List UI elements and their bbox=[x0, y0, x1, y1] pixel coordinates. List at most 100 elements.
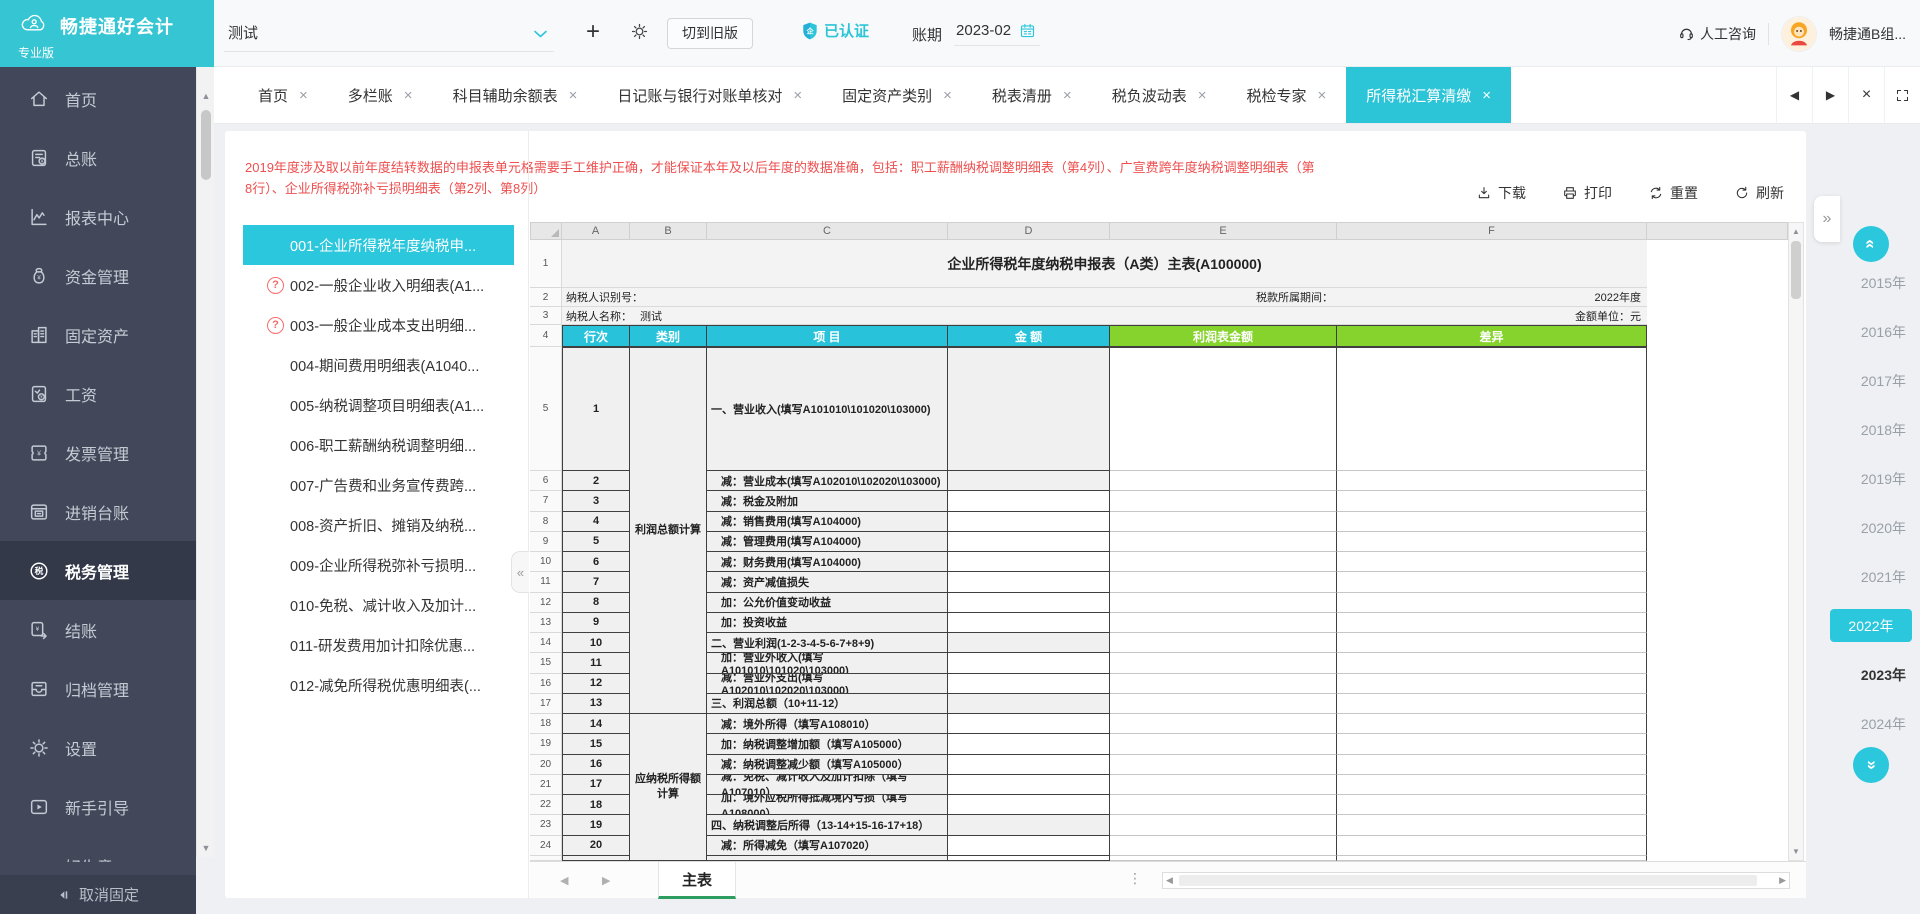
row-head-18[interactable]: 18 bbox=[530, 714, 562, 734]
row-head-15[interactable]: 15 bbox=[530, 653, 562, 673]
cell-diff-16[interactable] bbox=[1337, 755, 1647, 775]
cell-diff-9[interactable] bbox=[1337, 613, 1647, 633]
cell-diff-8[interactable] bbox=[1337, 593, 1647, 613]
cell-item-6[interactable]: 减：财务费用(填写A104000) bbox=[707, 552, 948, 572]
switch-to-old-version-button[interactable]: 切到旧版 bbox=[667, 18, 753, 49]
scrollbar-thumb[interactable] bbox=[201, 110, 211, 180]
cell-profit-11[interactable] bbox=[1110, 653, 1337, 673]
sidebar-item-guide[interactable]: 新手引导 bbox=[0, 777, 196, 836]
cell-amount-9[interactable] bbox=[948, 613, 1110, 633]
sidebar-item-fund[interactable]: ¥资金管理 bbox=[0, 246, 196, 305]
scroll-left-icon[interactable]: ◀ bbox=[1166, 875, 1173, 886]
cell-line-14[interactable]: 14 bbox=[562, 714, 630, 734]
cell-amount-4[interactable] bbox=[948, 512, 1110, 532]
avatar[interactable] bbox=[1781, 16, 1817, 52]
add-account-button[interactable]: + bbox=[586, 18, 600, 46]
cell-amount-16[interactable] bbox=[948, 755, 1110, 775]
report-list-item-10[interactable]: 010-免税、减计收入及加计... bbox=[243, 585, 514, 625]
cell-profit-2[interactable] bbox=[1110, 471, 1337, 491]
cell-line-18[interactable]: 18 bbox=[562, 795, 630, 815]
row-head-24[interactable]: 24 bbox=[530, 836, 562, 856]
tab-3[interactable]: 科目辅助余额表× bbox=[433, 67, 598, 123]
row-head-9[interactable]: 9 bbox=[530, 532, 562, 552]
col-head-A[interactable]: A bbox=[562, 222, 630, 240]
row-head-5[interactable]: 5 bbox=[530, 347, 562, 471]
row-head-7[interactable]: 7 bbox=[530, 491, 562, 511]
cell-line-9[interactable]: 9 bbox=[562, 613, 630, 633]
help-question-icon[interactable]: ? bbox=[267, 317, 284, 334]
cell-diff-7[interactable] bbox=[1337, 572, 1647, 592]
cell-amount-11[interactable] bbox=[948, 653, 1110, 673]
row-head-16[interactable]: 16 bbox=[530, 674, 562, 694]
scroll-down-icon[interactable]: ▼ bbox=[197, 843, 215, 853]
row-head-1[interactable]: 1 bbox=[530, 240, 562, 288]
col-head-F[interactable]: F bbox=[1337, 222, 1647, 240]
cell-line-8[interactable]: 8 bbox=[562, 593, 630, 613]
close-icon[interactable]: × bbox=[1063, 87, 1072, 104]
cell-profit-1[interactable] bbox=[1110, 347, 1337, 471]
cell-amount-6[interactable] bbox=[948, 552, 1110, 572]
cell-profit-15[interactable] bbox=[1110, 734, 1337, 754]
tab-scroll-right-button[interactable]: ▶ bbox=[1812, 67, 1848, 123]
row-head-11[interactable]: 11 bbox=[530, 572, 562, 592]
cell-diff-5[interactable] bbox=[1337, 532, 1647, 552]
cell-amount-7[interactable] bbox=[948, 572, 1110, 592]
row-head-8[interactable]: 8 bbox=[530, 512, 562, 532]
tab-5[interactable]: 固定资产类别× bbox=[822, 67, 972, 123]
report-list-item-6[interactable]: 006-职工薪酬纳税调整明细... bbox=[243, 425, 514, 465]
cell-profit-18[interactable] bbox=[1110, 795, 1337, 815]
cell-amount-8[interactable] bbox=[948, 593, 1110, 613]
report-list-item-1[interactable]: 001-企业所得税年度纳税申... bbox=[243, 225, 514, 265]
close-icon[interactable]: × bbox=[793, 87, 802, 104]
cell-profit-14[interactable] bbox=[1110, 714, 1337, 734]
sidebar-item-report[interactable]: 报表中心 bbox=[0, 187, 196, 246]
cell-diff-19[interactable] bbox=[1337, 815, 1647, 835]
cell-line-4[interactable]: 4 bbox=[562, 512, 630, 532]
sidebar-item-settings[interactable]: 设置 bbox=[0, 718, 196, 777]
cell-line-17[interactable]: 17 bbox=[562, 775, 630, 795]
sheet-tab-right-icon[interactable]: ▶ bbox=[602, 874, 610, 887]
cell-profit-4[interactable] bbox=[1110, 512, 1337, 532]
report-list-item-9[interactable]: 009-企业所得税弥补亏损明... bbox=[243, 545, 514, 585]
vertical-scrollbar[interactable]: ▲▼ bbox=[1788, 222, 1804, 861]
tab-scroll-left-button[interactable]: ◀ bbox=[1776, 67, 1812, 123]
row-head-22[interactable]: 22 bbox=[530, 795, 562, 815]
close-icon[interactable]: × bbox=[1198, 87, 1207, 104]
cell-item-2[interactable]: 减：营业成本(填写A102010\102020\103000) bbox=[707, 471, 948, 491]
cell-line-13[interactable]: 13 bbox=[562, 694, 630, 714]
row-head-17[interactable]: 17 bbox=[530, 694, 562, 714]
cell-amount-10[interactable] bbox=[948, 633, 1110, 653]
sidebar-item-home[interactable]: 首页 bbox=[0, 69, 196, 128]
year-item-2020[interactable]: 2020年 bbox=[1828, 503, 1914, 552]
col-head-E[interactable]: E bbox=[1110, 222, 1337, 240]
hscrollbar-thumb[interactable] bbox=[1179, 875, 1757, 886]
cell-profit-9[interactable] bbox=[1110, 613, 1337, 633]
tab-7[interactable]: 税负波动表× bbox=[1092, 67, 1227, 123]
years-scroll-down-button[interactable]: « bbox=[1853, 747, 1889, 783]
human-support-link[interactable]: 人工咨询 bbox=[1678, 24, 1756, 44]
cell-diff-14[interactable] bbox=[1337, 714, 1647, 734]
sheet-tab-main[interactable]: 主表 bbox=[658, 862, 736, 899]
sidebar-item-ledger[interactable]: ¥总账 bbox=[0, 128, 196, 187]
cell-amount-17[interactable] bbox=[948, 775, 1110, 795]
user-name[interactable]: 畅捷通B组... bbox=[1829, 24, 1906, 44]
scroll-down-icon[interactable]: ▼ bbox=[1789, 847, 1803, 856]
sidebar-item-quote[interactable]: 好生意 bbox=[0, 836, 196, 862]
cell-profit-8[interactable] bbox=[1110, 593, 1337, 613]
taxpayer-id-row[interactable]: 纳税人识别号： bbox=[562, 288, 1110, 307]
report-list-item-11[interactable]: 011-研发费用加计扣除优惠... bbox=[243, 625, 514, 665]
row-head-23[interactable]: 23 bbox=[530, 815, 562, 835]
row-head-10[interactable]: 10 bbox=[530, 552, 562, 572]
sidebar-item-asset[interactable]: 固定资产 bbox=[0, 305, 196, 364]
close-icon[interactable]: × bbox=[404, 87, 413, 104]
years-scroll-up-button[interactable]: « bbox=[1853, 226, 1889, 262]
report-list-item-8[interactable]: 008-资产折旧、摊销及纳税... bbox=[243, 505, 514, 545]
cell-line-12[interactable]: 12 bbox=[562, 674, 630, 694]
row-head-6[interactable]: 6 bbox=[530, 471, 562, 491]
year-item-2017[interactable]: 2017年 bbox=[1828, 356, 1914, 405]
cell-diff-17[interactable] bbox=[1337, 775, 1647, 795]
cell-amount-12[interactable] bbox=[948, 674, 1110, 694]
cell-diff-1[interactable] bbox=[1337, 347, 1647, 471]
row-head-12[interactable]: 12 bbox=[530, 593, 562, 613]
help-question-icon[interactable]: ? bbox=[267, 277, 284, 294]
